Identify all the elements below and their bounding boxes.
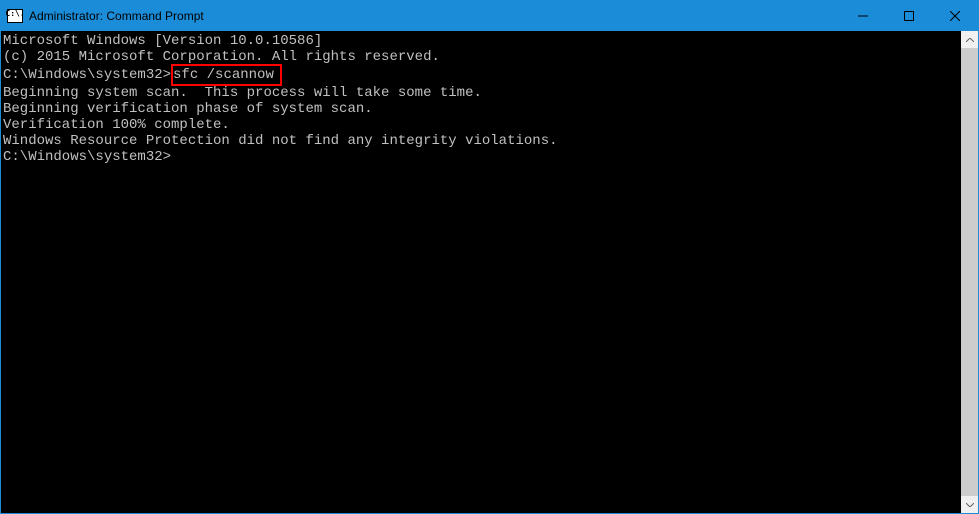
content-area: Microsoft Windows [Version 10.0.10586](c…: [1, 31, 978, 513]
command-line-1: C:\Windows\system32>sfc /scannow: [3, 65, 961, 85]
window-controls: [840, 1, 978, 31]
version-line: Microsoft Windows [Version 10.0.10586]: [3, 33, 961, 49]
close-icon: [950, 11, 960, 21]
scroll-up-button[interactable]: [961, 31, 978, 48]
window-title: Administrator: Command Prompt: [29, 9, 840, 23]
command-line-2: C:\Windows\system32>: [3, 149, 961, 165]
close-button[interactable]: [932, 1, 978, 31]
minimize-button[interactable]: [840, 1, 886, 31]
verification-begin-line: Beginning verification phase of system s…: [3, 101, 961, 117]
terminal-output[interactable]: Microsoft Windows [Version 10.0.10586](c…: [1, 31, 961, 513]
maximize-button[interactable]: [886, 1, 932, 31]
titlebar[interactable]: C:\. Administrator: Command Prompt: [1, 1, 978, 31]
prompt-text: C:\Windows\system32>: [3, 149, 171, 165]
command-prompt-window: C:\. Administrator: Command Prompt Micro…: [0, 0, 979, 514]
copyright-line: (c) 2015 Microsoft Corporation. All righ…: [3, 49, 961, 65]
vertical-scrollbar[interactable]: [961, 31, 978, 513]
highlighted-command: sfc /scannow: [171, 64, 282, 86]
chevron-down-icon: [966, 503, 974, 507]
result-line: Windows Resource Protection did not find…: [3, 133, 961, 149]
minimize-icon: [858, 11, 868, 21]
verification-complete-line: Verification 100% complete.: [3, 117, 961, 133]
scan-begin-line: Beginning system scan. This process will…: [3, 85, 961, 101]
chevron-up-icon: [966, 38, 974, 42]
app-icon: C:\.: [7, 9, 23, 23]
scroll-down-button[interactable]: [961, 496, 978, 513]
maximize-icon: [904, 11, 914, 21]
scroll-track[interactable]: [961, 48, 978, 496]
scroll-thumb[interactable]: [961, 48, 978, 496]
prompt-text: C:\Windows\system32>: [3, 67, 171, 83]
